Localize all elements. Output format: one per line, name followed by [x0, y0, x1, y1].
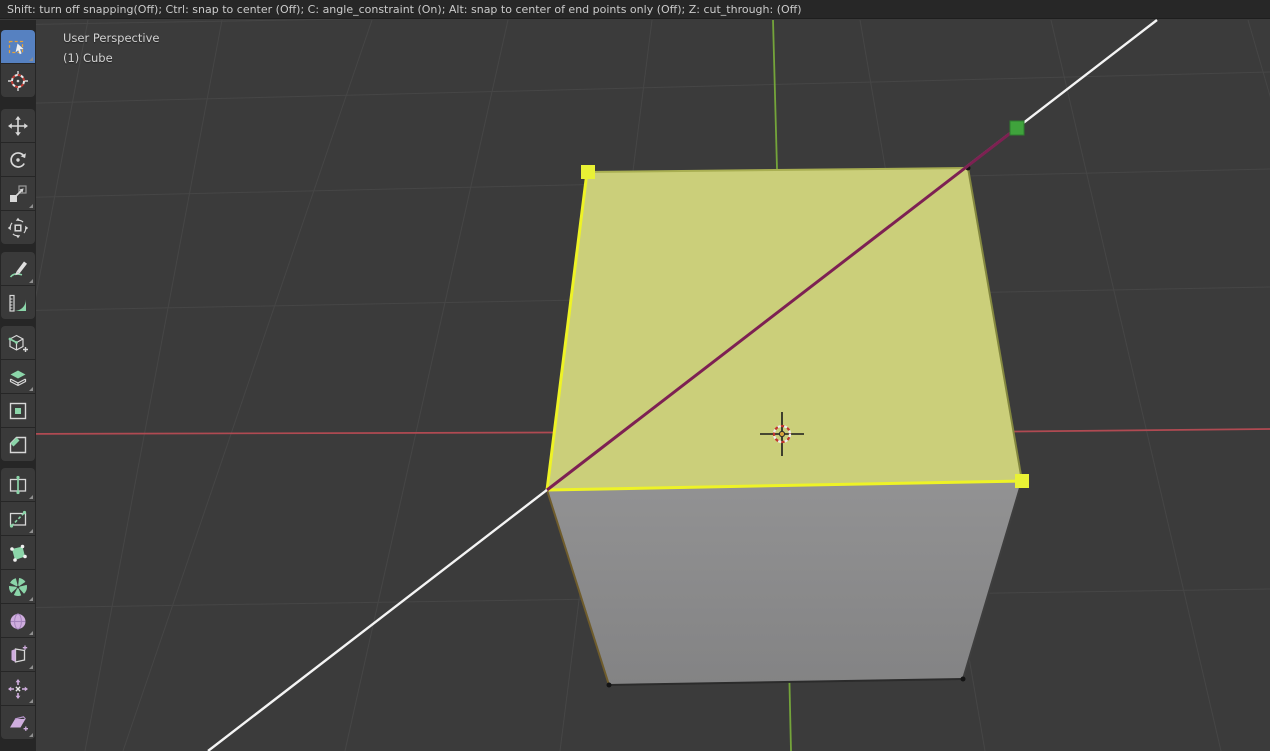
tool-spin-button[interactable]	[1, 570, 35, 603]
tool-move-button[interactable]	[1, 109, 35, 142]
poly-build-icon	[10, 544, 27, 562]
tool-edge-slide-button[interactable]	[1, 638, 35, 671]
knife-point-vertex-topleft	[581, 165, 595, 179]
add-cube-icon	[8, 334, 28, 352]
knife-tool-hint-bar: Shift: turn off snapping(Off); Ctrl: sna…	[0, 0, 1270, 19]
bevel-icon	[9, 436, 27, 453]
knife-icon	[9, 510, 27, 528]
loop-cut-icon	[9, 475, 27, 494]
tool-rotate-button[interactable]	[1, 143, 35, 176]
shear-icon	[10, 715, 28, 731]
tool-scale-button[interactable]	[1, 177, 35, 210]
measure-icon	[9, 294, 26, 312]
knife-point-vertex-right	[1015, 474, 1029, 488]
edge-slide-icon	[11, 645, 28, 663]
tool-bevel-button[interactable]	[1, 428, 35, 461]
spin-icon	[9, 577, 27, 596]
tool-extrude-region-button[interactable]	[1, 360, 35, 393]
select-box-icon	[8, 40, 24, 54]
tool-knife-button[interactable]	[1, 502, 35, 535]
tool-add-cube-button[interactable]	[1, 326, 35, 359]
inset-faces-icon	[9, 402, 27, 419]
extrude-region-icon	[9, 370, 27, 386]
cube-front-face	[547, 481, 1022, 685]
tool-inset-faces-button[interactable]	[1, 394, 35, 427]
view-perspective-label: User Perspective	[63, 31, 160, 45]
scale-icon	[10, 184, 27, 202]
knife-snap-point-current	[1009, 120, 1025, 136]
cursor-icon	[8, 70, 28, 91]
tool-measure-button[interactable]	[1, 286, 35, 319]
tool-transform-button[interactable]	[1, 211, 35, 244]
shrink-fatten-icon	[8, 678, 28, 699]
viewport-canvas[interactable]	[0, 0, 1270, 751]
tool-shrink-fatten-button[interactable]	[1, 672, 35, 705]
tool-cursor-button[interactable]	[1, 64, 35, 97]
transform-icon	[7, 217, 29, 238]
tool-select-box-button[interactable]	[1, 30, 35, 63]
tool-shear-button[interactable]	[1, 706, 35, 739]
active-object-label: (1) Cube	[63, 51, 113, 65]
annotate-icon	[9, 261, 27, 278]
move-icon	[8, 115, 28, 136]
tool-poly-build-button[interactable]	[1, 536, 35, 569]
tool-smooth-button[interactable]	[1, 604, 35, 637]
tool-loop-cut-button[interactable]	[1, 468, 35, 501]
toolbar	[0, 20, 36, 751]
rotate-icon	[10, 151, 26, 168]
blender-window: { "header": { "hint_text": "Shift: turn …	[0, 0, 1270, 751]
tool-annotate-button[interactable]	[1, 252, 35, 285]
smooth-icon	[10, 613, 26, 629]
